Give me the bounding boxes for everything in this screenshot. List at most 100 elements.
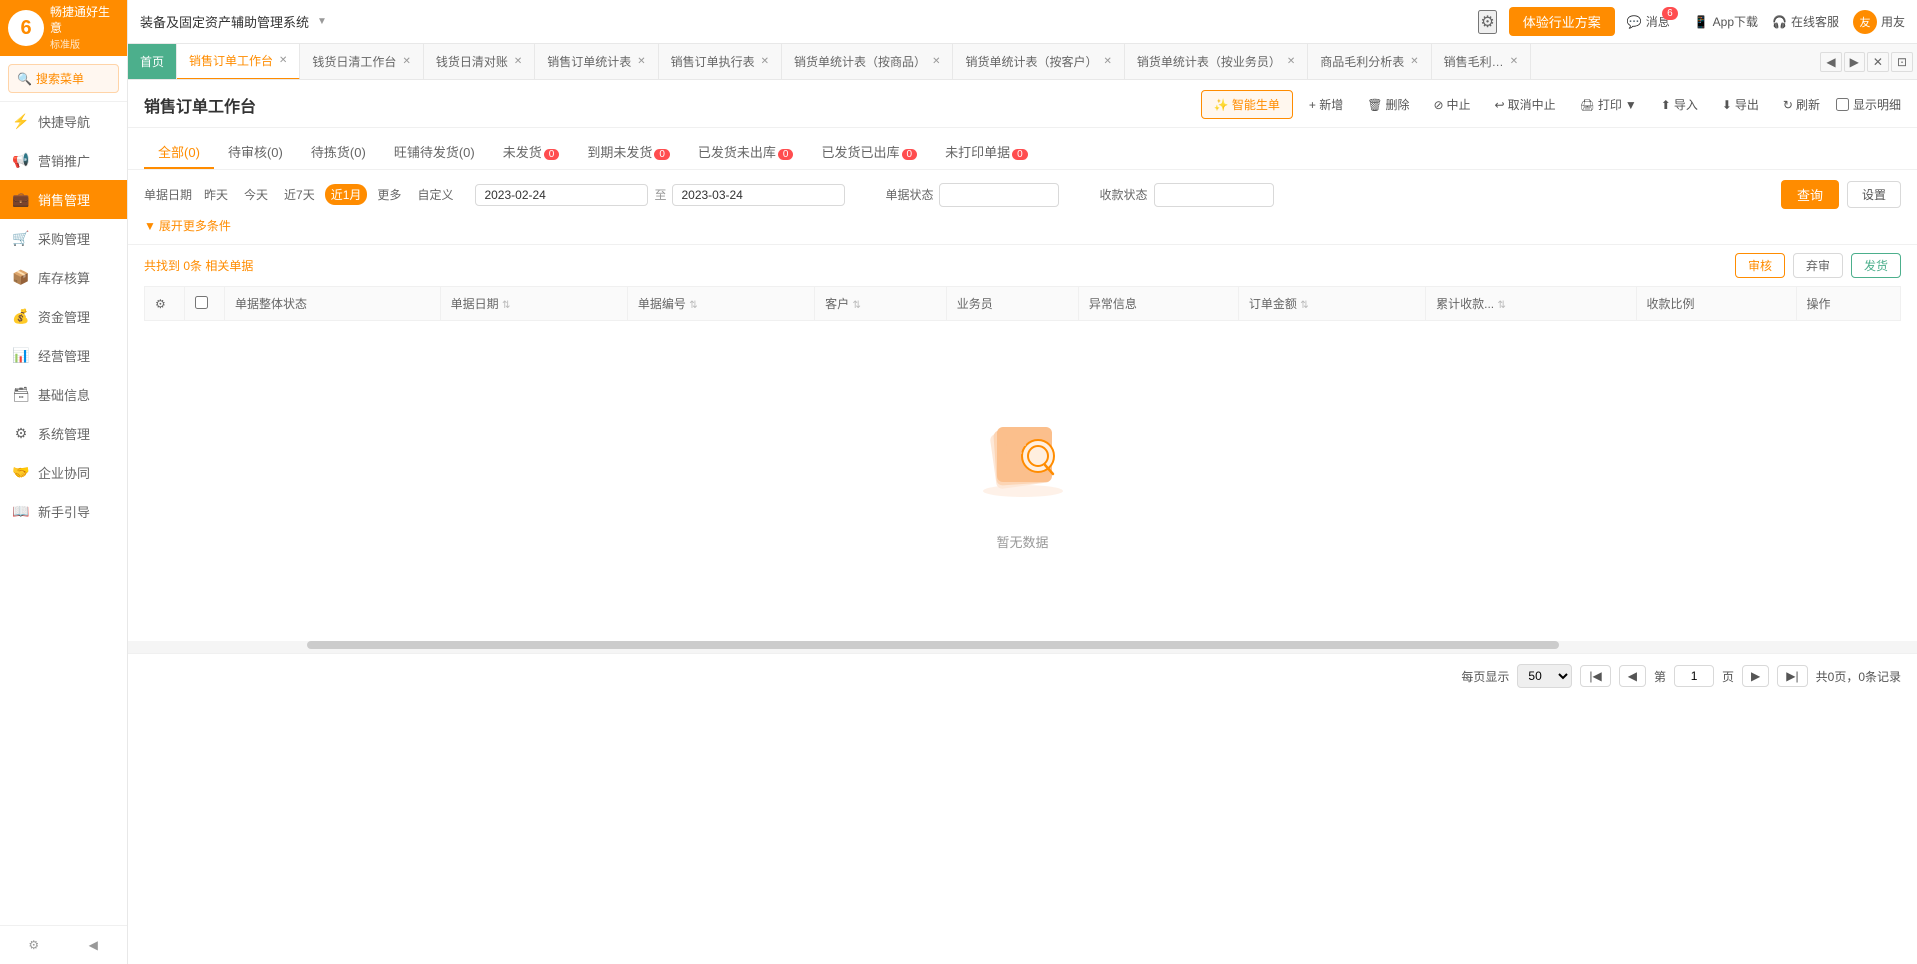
tab-sales-margin[interactable]: 销售毛利… ✕ (1432, 44, 1531, 80)
date-from-input[interactable] (475, 184, 648, 206)
sort-icon[interactable]: ⇅ (502, 300, 510, 311)
query-button[interactable]: 查询 (1781, 180, 1839, 209)
subtab-overdue-not-shipped[interactable]: 到期未发货0 (573, 136, 684, 169)
prev-page-button[interactable]: ◀ (1619, 665, 1646, 687)
subtab-pending-pick[interactable]: 待拣货(0) (297, 136, 380, 169)
set-button[interactable]: 设置 (1847, 181, 1901, 208)
tab-gross-margin[interactable]: 商品毛利分析表 ✕ (1308, 44, 1431, 80)
page-input[interactable] (1674, 665, 1714, 687)
subtab-shipped-not-out[interactable]: 已发货未出库0 (684, 136, 808, 169)
col-status-header: 单据整体状态 (225, 287, 441, 321)
sidebar-item-marketing[interactable]: 📢 营销推广 (0, 141, 127, 180)
close-icon[interactable]: ✕ (279, 55, 287, 66)
sidebar-item-enterprise[interactable]: 🤝 企业协同 (0, 453, 127, 492)
sidebar-item-guide[interactable]: 📖 新手引导 (0, 492, 127, 531)
sidebar-item-business[interactable]: 📊 经营管理 (0, 336, 127, 375)
date-option-today[interactable]: 今天 (238, 184, 274, 205)
tab-reconcile[interactable]: 钱货日清对账 ✕ (424, 44, 535, 80)
tab-daily-clear[interactable]: 钱货日清工作台 ✕ (300, 44, 423, 80)
smart-generate-button[interactable]: ✨ 智能生单 (1201, 90, 1293, 119)
date-option-1month[interactable]: 近1月 (325, 184, 368, 205)
status-select[interactable] (939, 183, 1059, 207)
close-icon[interactable]: ✕ (402, 56, 410, 67)
tab-sales-order-workbench[interactable]: 销售订单工作台 ✕ (177, 44, 300, 80)
tab-sales-stats[interactable]: 销售订单统计表 ✕ (535, 44, 658, 80)
sort-icon[interactable]: ⇅ (689, 300, 697, 311)
last-page-button[interactable]: ▶| (1777, 665, 1807, 687)
scrollbar-thumb[interactable] (307, 641, 1559, 649)
subtab-not-shipped[interactable]: 未发货0 (489, 136, 574, 169)
subtab-pending-audit[interactable]: 待审核(0) (214, 136, 297, 169)
app-download-button[interactable]: 📱 App下载 (1694, 13, 1758, 30)
subtab-shipped-out[interactable]: 已发货已出库0 (807, 136, 931, 169)
refresh-button[interactable]: ↻ 刷新 (1775, 92, 1828, 117)
horizontal-scrollbar[interactable] (128, 641, 1917, 653)
settings-bottom-button[interactable]: ⚙ (8, 934, 60, 956)
date-option-yesterday[interactable]: 昨天 (198, 184, 234, 205)
col-settings[interactable]: ⚙ (145, 287, 185, 321)
close-icon[interactable]: ✕ (637, 56, 645, 67)
delete-button[interactable]: 🗑 删除 (1359, 92, 1417, 117)
close-icon[interactable]: ✕ (1510, 56, 1518, 67)
sidebar: 6 畅捷通好生意 标准版 🔍 搜索菜单 ⚡ 快捷导航 📢 营销推广 💼 销售管理… (0, 0, 128, 964)
subtab-not-printed[interactable]: 未打印单据0 (931, 136, 1042, 169)
print-button[interactable]: 🖨 打印 ▼ (1572, 92, 1645, 117)
tab-sales-exec[interactable]: 销售订单执行表 ✕ (659, 44, 782, 80)
export-button[interactable]: ⬇ 导出 (1714, 92, 1767, 117)
sort-icon[interactable]: ⇅ (1497, 300, 1505, 311)
show-detail-checkbox[interactable]: 显示明细 (1836, 96, 1901, 113)
tab-next-button[interactable]: ▶ (1844, 52, 1865, 72)
tab-sales-by-product[interactable]: 销货单统计表（按商品） ✕ (782, 44, 953, 80)
sidebar-item-inventory[interactable]: 📦 库存核算 (0, 258, 127, 297)
stop-button[interactable]: ⊘ 中止 (1425, 92, 1478, 117)
sort-icon[interactable]: ⇅ (852, 300, 860, 311)
message-button[interactable]: 💬 6 消息 (1627, 13, 1670, 30)
payment-select[interactable] (1154, 183, 1274, 207)
sidebar-item-system[interactable]: ⚙ 系统管理 (0, 414, 127, 453)
collapse-sidebar-button[interactable]: ◀ (68, 934, 120, 956)
show-detail-input[interactable] (1836, 98, 1849, 111)
next-page-button[interactable]: ▶ (1742, 665, 1769, 687)
audit-button[interactable]: 审核 (1735, 253, 1785, 278)
subtab-shop-pending-ship[interactable]: 旺铺待发货(0) (380, 136, 489, 169)
revoke-audit-button[interactable]: 弃审 (1793, 253, 1843, 278)
date-option-more[interactable]: 更多 (371, 184, 407, 205)
tab-home[interactable]: 首页 (128, 44, 177, 80)
tab-close-all-button[interactable]: ✕ (1867, 52, 1889, 72)
close-icon[interactable]: ✕ (1287, 56, 1295, 67)
close-icon[interactable]: ✕ (761, 56, 769, 67)
first-page-button[interactable]: |◀ (1580, 665, 1610, 687)
close-icon[interactable]: ✕ (1103, 56, 1111, 67)
add-button[interactable]: + 新增 (1301, 92, 1351, 117)
tab-sales-by-salesman[interactable]: 销货单统计表（按业务员） ✕ (1125, 44, 1308, 80)
per-page-select[interactable]: 50 10 20 100 (1517, 664, 1572, 688)
tab-label: 销售订单统计表 (547, 53, 631, 70)
date-option-7days[interactable]: 近7天 (278, 184, 321, 205)
ship-button[interactable]: 发货 (1851, 253, 1901, 278)
subtab-all[interactable]: 全部(0) (144, 136, 214, 169)
close-icon[interactable]: ✕ (932, 56, 940, 67)
date-to-input[interactable] (672, 184, 845, 206)
cancel-stop-button[interactable]: ↩ 取消中止 (1487, 92, 1564, 117)
sort-icon[interactable]: ⇅ (1300, 300, 1308, 311)
date-option-custom[interactable]: 自定义 (411, 184, 459, 205)
tab-sales-by-customer[interactable]: 销货单统计表（按客户） ✕ (953, 44, 1124, 80)
tab-expand-button[interactable]: ⊡ (1891, 52, 1913, 72)
sidebar-item-sales[interactable]: 💼 销售管理 (0, 180, 127, 219)
sidebar-item-base[interactable]: 🗃 基础信息 (0, 375, 127, 414)
search-menu-button[interactable]: 🔍 搜索菜单 (8, 64, 119, 93)
col-checkbox[interactable] (185, 287, 225, 321)
close-icon[interactable]: ✕ (514, 56, 522, 67)
sidebar-item-finance[interactable]: 💰 资金管理 (0, 297, 127, 336)
tab-prev-button[interactable]: ◀ (1820, 52, 1841, 72)
sidebar-item-quick-nav[interactable]: ⚡ 快捷导航 (0, 102, 127, 141)
sidebar-item-purchase[interactable]: 🛒 采购管理 (0, 219, 127, 258)
online-service-button[interactable]: 🎧 在线客服 (1772, 13, 1839, 30)
expand-filter-button[interactable]: ▼ 展开更多条件 (144, 217, 1901, 234)
solution-button[interactable]: 体验行业方案 (1509, 7, 1615, 36)
select-all-checkbox[interactable] (195, 296, 208, 309)
import-button[interactable]: ⬆ 导入 (1653, 92, 1706, 117)
user-menu-button[interactable]: 友 用友 (1853, 10, 1905, 34)
topbar-settings-button[interactable]: ⚙ (1478, 10, 1496, 34)
close-icon[interactable]: ✕ (1410, 56, 1418, 67)
